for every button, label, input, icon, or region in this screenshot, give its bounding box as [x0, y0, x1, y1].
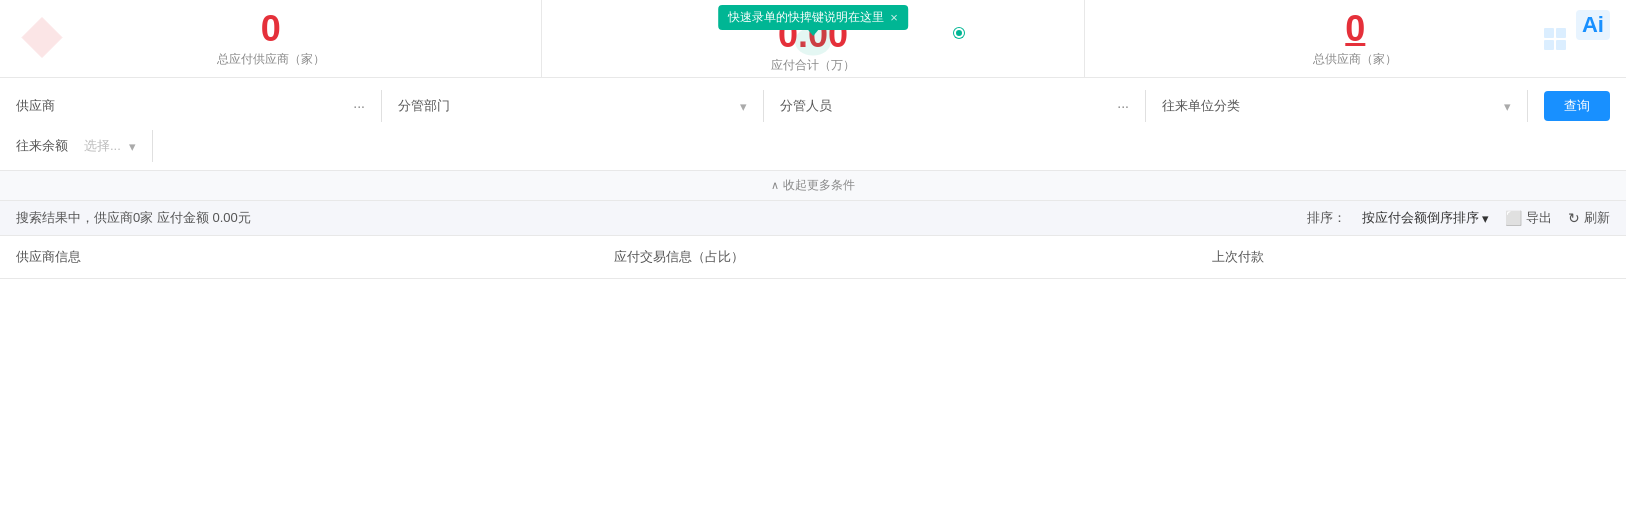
person-label: 分管人员 — [780, 97, 832, 115]
col-supplier-info: 供应商信息 — [16, 248, 614, 266]
stat-total-suppliers-label: 总供应商（家） — [1313, 51, 1397, 68]
balance-placeholder: 选择... — [84, 137, 121, 155]
stat-total-suppliers-number: 0 — [1345, 9, 1365, 49]
filter-balance: 往来余额 选择... ▾ — [16, 130, 153, 162]
refresh-icon: ↻ — [1568, 210, 1580, 226]
query-button[interactable]: 查询 — [1544, 91, 1610, 121]
collapse-bar: ∧ 收起更多条件 — [0, 171, 1626, 201]
sort-label: 排序： — [1307, 209, 1346, 227]
collapse-button[interactable]: ∧ 收起更多条件 — [771, 177, 855, 194]
filter-supplier: 供应商 ··· — [16, 90, 382, 122]
supplier-more-btn[interactable]: ··· — [353, 98, 365, 114]
unit-category-label: 往来单位分类 — [1162, 97, 1240, 115]
tooltip-close-btn[interactable]: × — [890, 11, 898, 24]
filter-bar: 供应商 ··· 分管部门 ▾ 分管人员 ··· 往来单位分类 ▾ 查询 往来余额 — [0, 78, 1626, 171]
stat-payable-amount-label: 应付合计（万） — [771, 57, 855, 74]
person-input[interactable] — [840, 99, 1117, 114]
diamond-icon — [20, 15, 64, 59]
tooltip-text: 快速录单的快捭键说明在这里 — [728, 9, 884, 26]
tooltip-dot — [954, 28, 964, 38]
balance-dropdown-icon[interactable]: ▾ — [129, 139, 136, 154]
collapse-up-icon: ∧ — [771, 179, 779, 192]
supplier-label: 供应商 — [16, 97, 55, 115]
person-more-btn[interactable]: ··· — [1117, 98, 1129, 114]
sort-select[interactable]: 按应付会额倒序排序 ▾ — [1362, 209, 1489, 227]
supplier-input[interactable] — [63, 99, 353, 114]
department-dropdown-icon[interactable]: ▾ — [740, 99, 747, 114]
results-bar: 搜索结果中，供应商0家 应付金额 0.00元 排序： 按应付会额倒序排序 ▾ ⬜… — [0, 201, 1626, 236]
col-last-payment: 上次付款 — [1212, 248, 1611, 266]
table-body — [0, 279, 1626, 515]
unit-category-dropdown-icon[interactable]: ▾ — [1504, 99, 1511, 114]
unit-category-input[interactable] — [1248, 99, 1504, 114]
table-header: 供应商信息 应付交易信息（占比） 上次付款 — [0, 236, 1626, 279]
results-info-text: 搜索结果中，供应商0家 应付金额 0.00元 — [16, 209, 251, 227]
balance-label: 往来余额 — [16, 137, 68, 155]
filter-department: 分管部门 ▾ — [382, 90, 764, 122]
department-label: 分管部门 — [398, 97, 450, 115]
department-input[interactable] — [458, 99, 740, 114]
stat-total-payable-suppliers: 0 总应付供应商（家） — [0, 0, 542, 77]
top-stats-bar: 0 总应付供应商（家） 快速录单的快捭键说明在这里 × 0.00 应付合计（万） — [0, 0, 1626, 78]
stat-total-payable-amount: 快速录单的快捭键说明在这里 × 0.00 应付合计（万） — [542, 0, 1084, 77]
export-label: 导出 — [1526, 209, 1552, 227]
stat-payable-suppliers-number: 0 — [261, 9, 281, 49]
col-transaction-info: 应付交易信息（占比） — [614, 248, 1212, 266]
filter-unit-category: 往来单位分类 ▾ — [1146, 90, 1528, 122]
stat-total-suppliers: Ai 0 总供应商（家） — [1085, 0, 1626, 77]
sort-chevron-icon: ▾ — [1482, 211, 1489, 226]
grid-decoration — [1544, 28, 1566, 50]
refresh-label: 刷新 — [1584, 209, 1610, 227]
sort-value: 按应付会额倒序排序 — [1362, 209, 1479, 227]
filter-person: 分管人员 ··· — [764, 90, 1146, 122]
ai-badge: Ai — [1576, 10, 1610, 40]
export-button[interactable]: ⬜ 导出 — [1505, 209, 1552, 227]
filter-row-2: 往来余额 选择... ▾ — [16, 130, 1610, 162]
filter-row-1: 供应商 ··· 分管部门 ▾ 分管人员 ··· 往来单位分类 ▾ 查询 — [16, 90, 1610, 122]
refresh-button[interactable]: ↻ 刷新 — [1568, 209, 1610, 227]
stat-payable-suppliers-label: 总应付供应商（家） — [217, 51, 325, 68]
export-icon: ⬜ — [1505, 210, 1522, 226]
shortcut-tooltip: 快速录单的快捭键说明在这里 × — [718, 5, 908, 30]
collapse-label: 收起更多条件 — [783, 177, 855, 194]
results-actions: 排序： 按应付会额倒序排序 ▾ ⬜ 导出 ↻ 刷新 — [1307, 209, 1610, 227]
